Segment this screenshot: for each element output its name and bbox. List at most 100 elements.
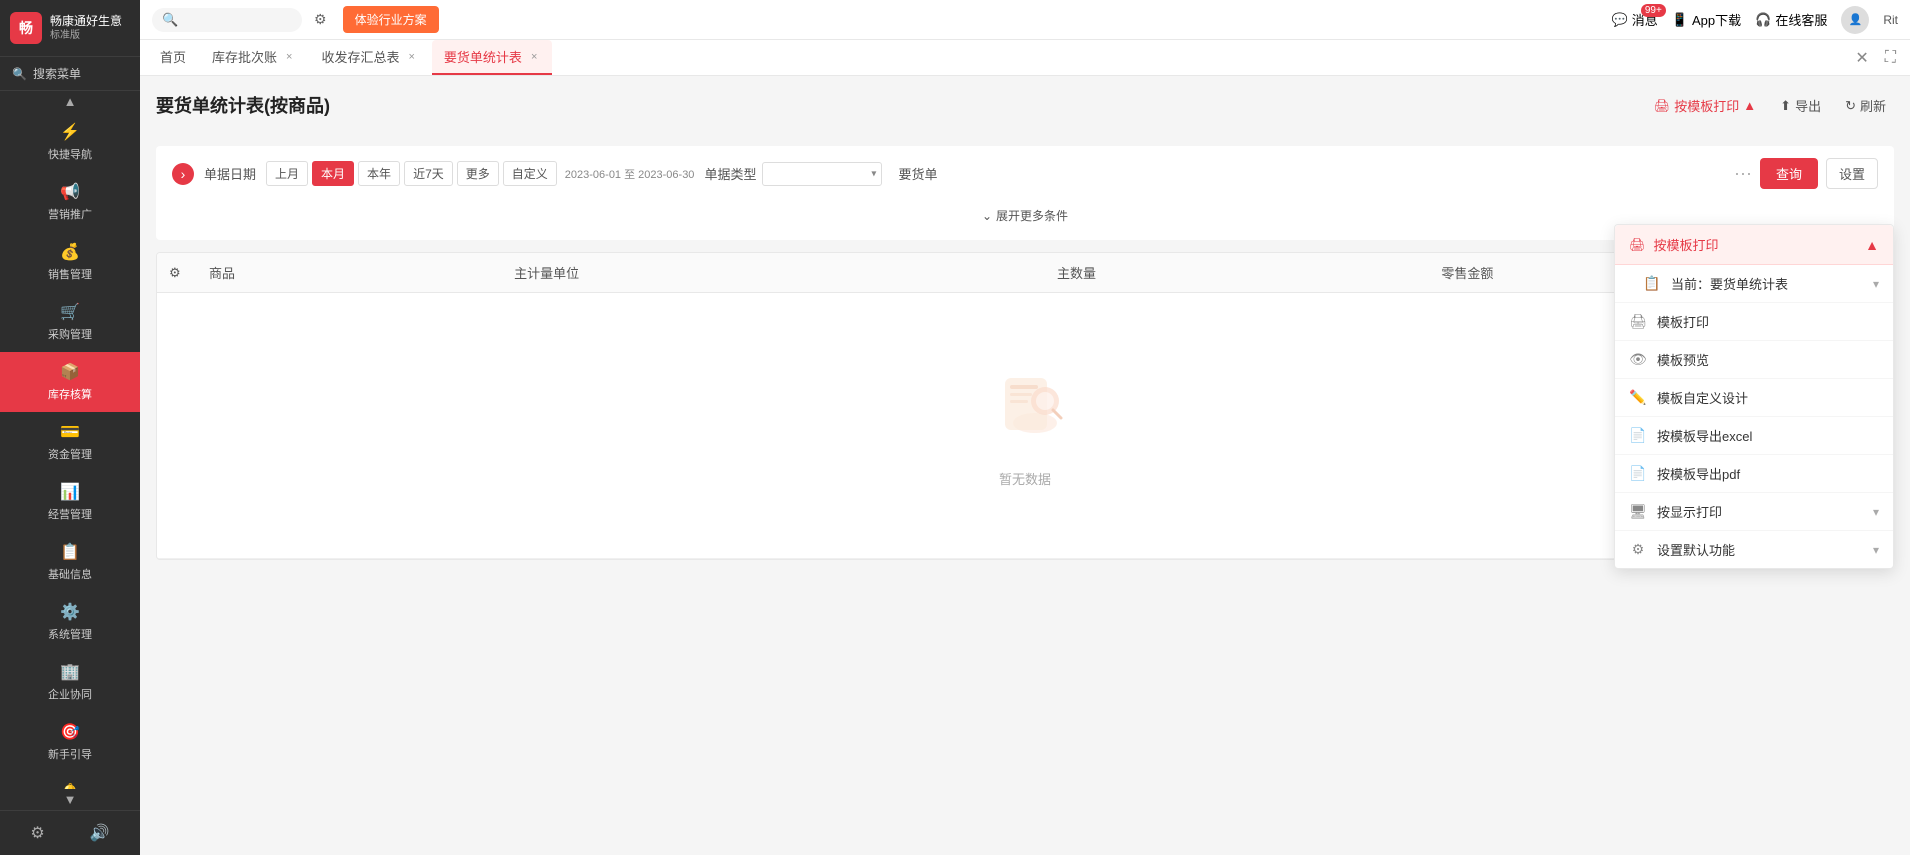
filter-expand-btn[interactable]: ›	[172, 163, 194, 185]
print-template-btn[interactable]: 🖨 按模板打印 ▲	[1646, 92, 1764, 119]
quick-nav-label: 快捷导航	[48, 146, 92, 162]
tabs-bar: 首页库存批次账×收发存汇总表×要货单统计表× ✕ ⛶	[140, 40, 1910, 76]
sidebar-item-newbie[interactable]: 🎯 新手引导	[0, 712, 140, 772]
online-service-btn[interactable]: 🎧 在线客服	[1755, 10, 1827, 29]
tab-inventory-batch-close[interactable]: ×	[283, 50, 295, 64]
date-filter-label: 单据日期	[204, 164, 256, 183]
messages-btn[interactable]: 💬 消息 99+	[1612, 10, 1658, 29]
sidebar-item-enterprise[interactable]: 🏢 企业协同	[0, 652, 140, 712]
print-item-set-default[interactable]: ⚙ 设置默认功能 ▾	[1615, 531, 1893, 568]
more-options-icon[interactable]: ···	[1734, 163, 1752, 184]
sidebar-nav: ⚡ 快捷导航 📢 营销推广 💰 销售管理 🛒 采购管理 📦 库存核算 💳 资金管…	[0, 112, 140, 789]
close-tab-btn[interactable]: ✕	[1849, 46, 1874, 70]
messages-badge: 99+	[1641, 4, 1666, 17]
date-more-btn[interactable]: 更多	[457, 161, 499, 186]
print-item-template-excel[interactable]: 📄 按模板导出excel	[1615, 417, 1893, 455]
basic-info-icon: 📋	[60, 542, 80, 562]
refresh-btn[interactable]: ↻ 刷新	[1837, 92, 1894, 119]
sidebar-item-inventory[interactable]: 📦 库存核算	[0, 352, 140, 412]
newbie-label: 新手引导	[48, 746, 92, 762]
print-item-template-preview[interactable]: 👁 模板预览	[1615, 341, 1893, 379]
print-dropdown-title: 按模板打印	[1654, 235, 1719, 254]
sidebar-item-operations[interactable]: 📊 经营管理	[0, 472, 140, 532]
expand-more-btn[interactable]: ⌄ 展开更多条件	[974, 203, 1076, 228]
col-unit: 主计量单位	[502, 253, 1045, 293]
inventory-label: 库存核算	[48, 386, 92, 402]
scroll-down-btn[interactable]: ▼	[0, 789, 140, 810]
maximize-tab-btn[interactable]: ⛶	[1879, 47, 1902, 69]
dropdown-up-chevron[interactable]: ▲	[1865, 237, 1879, 253]
tab-home-label: 首页	[160, 47, 186, 66]
purchase-label: 采购管理	[48, 326, 92, 342]
print-icon: 🖨	[1654, 98, 1671, 114]
search-label: 搜索菜单	[33, 65, 81, 82]
date-current-month-btn[interactable]: 本月	[312, 161, 354, 186]
sidebar-item-marketing[interactable]: 📢 营销推广	[0, 172, 140, 232]
tab-order-stats-close[interactable]: ×	[528, 50, 540, 64]
template-custom-label: 模板自定义设计	[1657, 388, 1748, 407]
date-last-7-days-btn[interactable]: 近7天	[404, 161, 453, 186]
display-print-icon: 🖥	[1629, 503, 1647, 520]
bill-type-filter: 单据类型	[704, 162, 888, 186]
template-custom-icon: ✏️	[1629, 389, 1647, 406]
app-download-btn[interactable]: 📱 App下载	[1672, 10, 1741, 29]
topbar-search-icon: 🔍	[162, 12, 178, 28]
inventory-icon: 📦	[60, 362, 80, 382]
trial-btn[interactable]: 体验行业方案	[343, 6, 439, 33]
display-print-label: 按显示打印	[1657, 502, 1722, 521]
sidebar-item-quick-nav[interactable]: ⚡ 快捷导航	[0, 112, 140, 172]
print-item-template-custom[interactable]: ✏️ 模板自定义设计	[1615, 379, 1893, 417]
query-btn[interactable]: 查询	[1760, 158, 1818, 189]
print-item-template-print[interactable]: 🖨 模板打印	[1615, 303, 1893, 341]
date-prev-month-btn[interactable]: 上月	[266, 161, 308, 186]
tab-order-stats[interactable]: 要货单统计表×	[432, 40, 552, 75]
username: Rit	[1883, 13, 1898, 27]
print-chevron-up: ▲	[1743, 98, 1756, 113]
bill-type-select[interactable]	[762, 162, 882, 186]
basic-info-label: 基础信息	[48, 566, 92, 582]
date-buttons: 上月 本月 本年 近7天 更多 自定义 2023-06-01 至 2023-06…	[266, 161, 694, 186]
app-center-icon: 🔔	[60, 782, 80, 789]
sidebar: 畅 畅康通好生意 标准版 🔍 搜索菜单 ▲ ⚡ 快捷导航 📢 营销推广 💰 销售…	[0, 0, 140, 855]
col-settings-icon[interactable]: ⚙	[169, 265, 181, 280]
sidebar-item-finance[interactable]: 💳 资金管理	[0, 412, 140, 472]
topbar-search-input[interactable]	[182, 13, 282, 27]
app-download-icon: 📱	[1672, 12, 1688, 28]
date-custom-btn[interactable]: 自定义	[503, 161, 557, 186]
tab-inventory-batch[interactable]: 库存批次账×	[200, 40, 307, 75]
sidebar-bottom: ⚙ 🔊	[0, 810, 140, 855]
enterprise-label: 企业协同	[48, 686, 92, 702]
main-area: 🔍 ⚙ 体验行业方案 💬 消息 99+ 📱 App下载 🎧 在线客服 👤 Rit	[140, 0, 1910, 855]
tab-home[interactable]: 首页	[148, 40, 198, 75]
topbar-gear-icon[interactable]: ⚙	[310, 7, 331, 32]
date-current-year-btn[interactable]: 本年	[358, 161, 400, 186]
page-toolbar: 🖨 按模板打印 ▲ ⬆ 导出 ↻ 刷新	[1646, 92, 1894, 119]
template-preview-label: 模板预览	[1657, 350, 1709, 369]
tab-receivable-summary[interactable]: 收发存汇总表×	[309, 40, 429, 75]
print-item-display-print[interactable]: 🖥 按显示打印 ▾	[1615, 493, 1893, 531]
audio-icon[interactable]: 🔊	[86, 819, 114, 847]
topbar-search-box[interactable]: 🔍	[152, 8, 302, 32]
settings-btn[interactable]: 设置	[1826, 158, 1878, 189]
tab-receivable-summary-close[interactable]: ×	[405, 50, 417, 64]
display-print-arrow: ▾	[1873, 505, 1879, 519]
finance-label: 资金管理	[48, 446, 92, 462]
sidebar-item-system[interactable]: ⚙️ 系统管理	[0, 592, 140, 652]
col-product: 商品	[197, 253, 502, 293]
sidebar-item-purchase[interactable]: 🛒 采购管理	[0, 292, 140, 352]
current-template-label: 当前：要货单统计表	[1671, 274, 1788, 293]
scroll-up-btn[interactable]: ▲	[0, 91, 140, 112]
order-type-label: 要货单	[898, 164, 937, 183]
settings-icon[interactable]: ⚙	[26, 819, 48, 847]
avatar[interactable]: 👤	[1841, 6, 1869, 34]
print-item-template-pdf[interactable]: 📄 按模板导出pdf	[1615, 455, 1893, 493]
sidebar-item-sales[interactable]: 💰 销售管理	[0, 232, 140, 292]
sidebar-search[interactable]: 🔍 搜索菜单	[0, 57, 140, 91]
sidebar-item-basic-info[interactable]: 📋 基础信息	[0, 532, 140, 592]
sidebar-item-app-center[interactable]: 🔔 应用中心	[0, 772, 140, 789]
export-btn[interactable]: ⬆ 导出	[1772, 92, 1829, 119]
export-icon: ⬆	[1780, 98, 1791, 114]
current-template-item[interactable]: 📋 当前：要货单统计表 ▾	[1615, 265, 1893, 303]
template-preview-icon: 👁	[1629, 351, 1647, 368]
logo-icon: 畅	[10, 12, 42, 44]
